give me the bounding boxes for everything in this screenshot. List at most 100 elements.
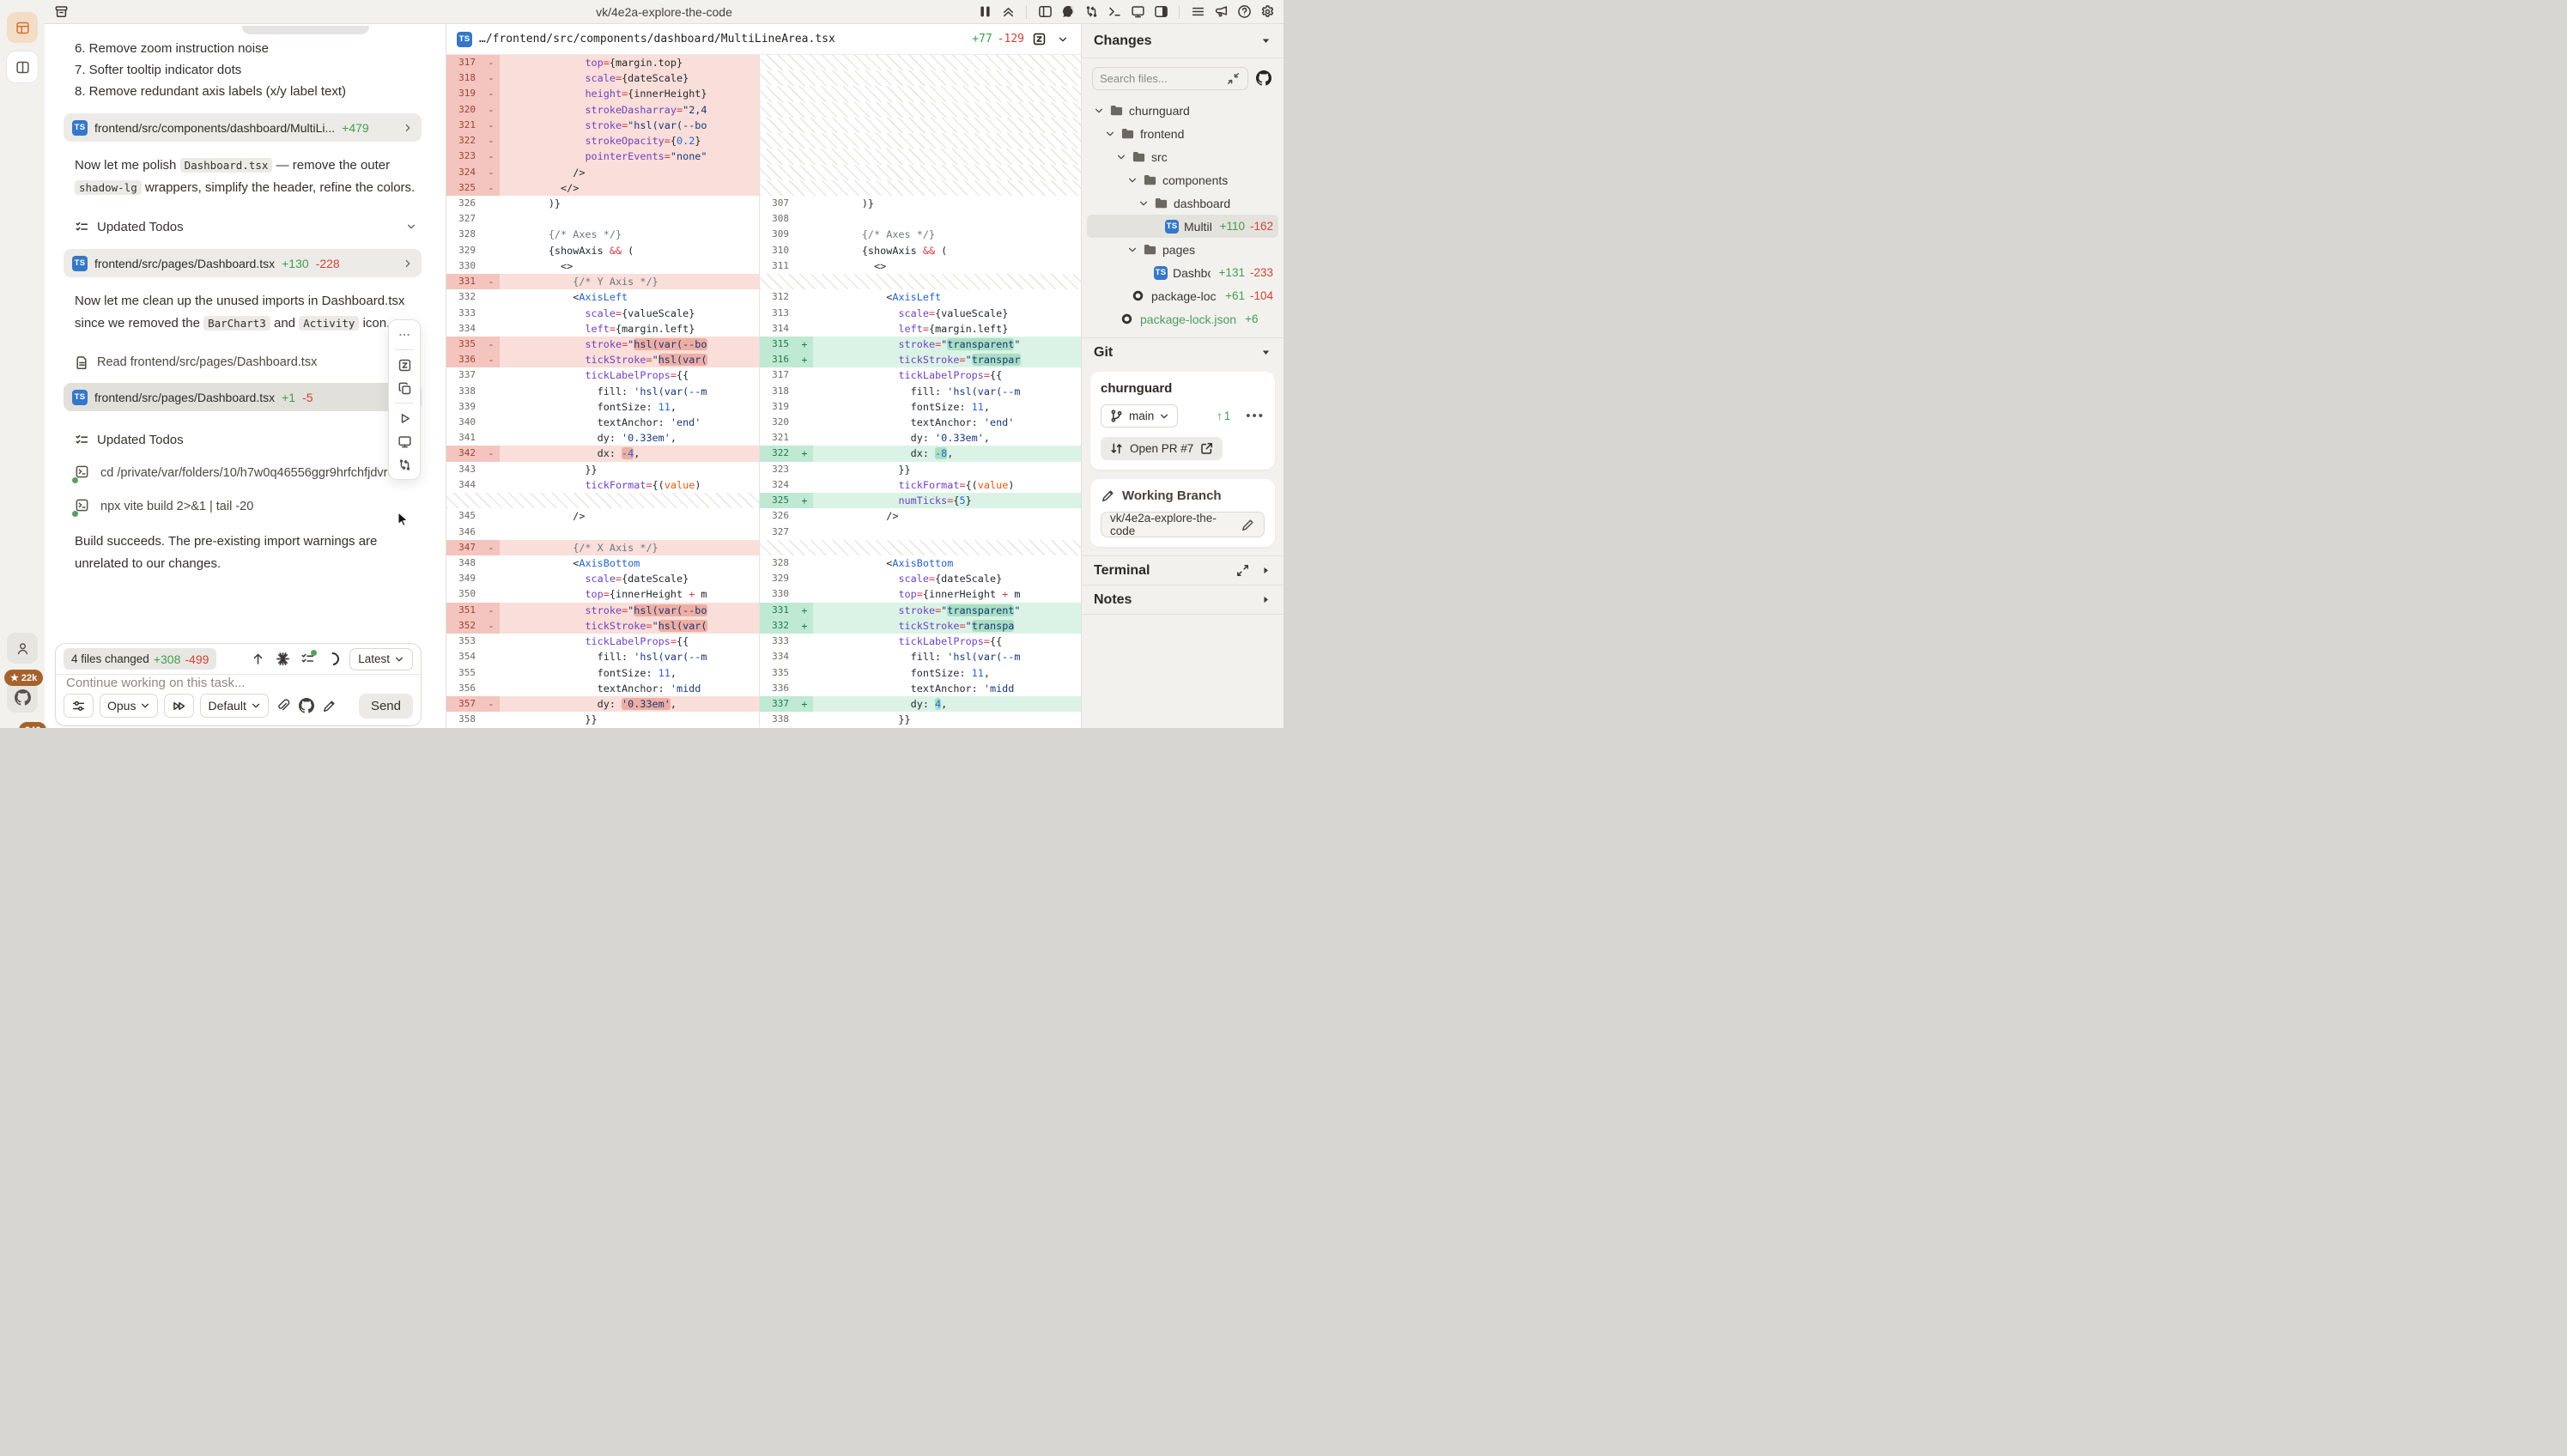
diff-row: 356 textAnchor: 'midd336 textAnchor: 'mi…: [446, 681, 1081, 696]
diff-body[interactable]: 317- top={margin.top}318- scale={dateSca…: [446, 55, 1081, 728]
tree-item-package-lock-json[interactable]: package-lock.json+61-104: [1087, 284, 1278, 307]
rail-item-board[interactable]: [7, 52, 38, 82]
branch-icon: [1109, 409, 1124, 423]
dots-icon[interactable]: [396, 326, 413, 343]
play-icon[interactable]: [396, 410, 413, 427]
working-branch-input[interactable]: vk/4e2a-explore-the-code: [1101, 512, 1265, 537]
git-compare-icon[interactable]: [1083, 4, 1099, 20]
open-pr-button[interactable]: Open PR #7: [1101, 437, 1223, 460]
deletions-count: -233: [1250, 266, 1273, 279]
tree-item-src[interactable]: src: [1087, 145, 1278, 168]
files-changed-pill[interactable]: 4 files changed +308 -499: [64, 648, 216, 670]
diff-row: 337 tickLabelProps={{317 tickLabelProps=…: [446, 367, 1081, 383]
diff-stats: +77 -129: [972, 33, 1024, 46]
monitor-icon[interactable]: [1130, 4, 1145, 20]
z-diff-icon[interactable]: [396, 356, 413, 373]
ts-file-badge: TS: [1154, 266, 1168, 280]
diff-file-path: …/frontend/src/components/dashboard/Mult…: [479, 33, 835, 46]
terminal-prompt-icon[interactable]: [1107, 4, 1122, 20]
settings-sliders-button[interactable]: [64, 694, 94, 718]
truncated-message-line: [64, 26, 422, 38]
terminal-section-header[interactable]: Terminal: [1082, 555, 1284, 585]
terminal-command-row[interactable]: cd /private/var/folders/10/h7w0q46556ggr…: [75, 462, 422, 484]
pen-icon[interactable]: [321, 697, 338, 714]
latest-dropdown[interactable]: Latest: [349, 648, 413, 670]
rail-item-github[interactable]: [7, 682, 38, 713]
terminal-command-row[interactable]: npx vite build 2>&1 | tail -20: [75, 495, 422, 518]
megaphone-icon[interactable]: [1213, 4, 1229, 20]
right-panel-filler: [1082, 614, 1284, 728]
more-options-icon[interactable]: •••: [1246, 409, 1265, 423]
notes-title: Notes: [1094, 592, 1132, 608]
rail-item-layout[interactable]: [7, 12, 38, 43]
gear-icon[interactable]: [1259, 4, 1275, 20]
pause-icon[interactable]: [977, 4, 992, 20]
updated-todos-row[interactable]: Updated Todos: [75, 215, 422, 238]
cat-icon[interactable]: [298, 697, 315, 714]
updated-todos-row[interactable]: Updated Todos: [75, 428, 422, 451]
copy-icon[interactable]: [396, 379, 413, 397]
tree-item-pages[interactable]: pages: [1087, 238, 1278, 261]
changes-header[interactable]: Changes: [1082, 24, 1284, 58]
file-diff-chip[interactable]: TSfrontend/src/pages/Dashboard.tsx+130-2…: [64, 249, 422, 277]
file-name: frontend: [1140, 127, 1184, 141]
edit-branch-icon[interactable]: [1241, 518, 1255, 532]
tree-item-package-lock-json[interactable]: package-lock.json+6: [1087, 307, 1278, 331]
archive-icon[interactable]: [53, 4, 69, 20]
tree-item-dashboard-tsx[interactable]: TSDashboard.tsx+131-233: [1087, 261, 1278, 284]
spark-icon[interactable]: [275, 651, 291, 667]
diff-row: 333 scale={valueScale}313 scale={valueSc…: [446, 306, 1081, 321]
inline-code: shadow-lg: [75, 180, 142, 195]
tree-item-frontend[interactable]: frontend: [1087, 122, 1278, 145]
rail-item-account[interactable]: [7, 633, 38, 664]
diff-row: 323- pointerEvents="none": [446, 149, 1081, 164]
tree-item-multilinearea-tsx[interactable]: TSMultiLineArea.tsx+110-162: [1087, 215, 1278, 238]
tree-item-churnguard[interactable]: churnguard: [1087, 99, 1278, 122]
model-dropdown[interactable]: Opus: [100, 694, 158, 718]
diff-row: 330 <>311 <>: [446, 258, 1081, 274]
fast-forward-button[interactable]: [164, 694, 194, 718]
chevron-down-icon[interactable]: [1054, 31, 1071, 47]
menu-icon[interactable]: [1190, 4, 1205, 20]
assistant-message: Now let me polish Dashboard.tsx — remove…: [75, 155, 420, 198]
diff-view-icon[interactable]: [1031, 31, 1047, 47]
chevron-down-icon: [403, 258, 413, 269]
total-additions: +308: [154, 652, 181, 666]
cat-icon[interactable]: [1256, 70, 1273, 88]
help-icon[interactable]: [1236, 4, 1252, 20]
tree-item-dashboard[interactable]: dashboard: [1087, 191, 1278, 215]
panel-left-icon[interactable]: [1037, 4, 1053, 20]
message-input[interactable]: Continue working on this task...: [56, 675, 421, 691]
top-bar: vk/4e2a-explore-the-code: [45, 0, 1284, 24]
tool-call-row[interactable]: Read frontend/src/pages/Dashboard.tsx: [75, 353, 422, 372]
checklist-icon: [75, 220, 89, 234]
git-section-header[interactable]: Git: [1082, 337, 1284, 367]
todos-icon[interactable]: [300, 651, 316, 667]
expand-icon[interactable]: [1235, 563, 1250, 578]
file-diff-chip[interactable]: TSfrontend/src/components/dashboard/Mult…: [64, 113, 422, 142]
chevron-down-icon: [1116, 152, 1126, 162]
notes-section-header[interactable]: Notes: [1082, 585, 1284, 614]
attach-icon[interactable]: [275, 697, 292, 714]
search-input[interactable]: Search files...: [1092, 67, 1248, 90]
git-compare-icon[interactable]: [396, 456, 413, 473]
monitor-icon[interactable]: [396, 433, 413, 450]
diff-row: 355 fontSize: 11,335 fontSize: 11,: [446, 665, 1081, 681]
scroll-up-icon[interactable]: [250, 651, 266, 667]
branch-dropdown[interactable]: main: [1101, 404, 1178, 428]
chevron-down-icon: [406, 221, 416, 232]
file-search-row: Search files...: [1082, 58, 1284, 95]
chat-bubble-icon[interactable]: [1060, 4, 1076, 20]
panel-right-icon[interactable]: [1153, 4, 1168, 20]
additions-count: +130: [282, 257, 309, 270]
mouse-cursor: [397, 512, 410, 528]
collapse-tree-icon[interactable]: [1226, 71, 1241, 86]
file-diff-chip[interactable]: TSfrontend/src/pages/Dashboard.tsx+1-5: [64, 383, 422, 411]
send-button[interactable]: Send: [359, 694, 413, 719]
file-name: pages: [1162, 243, 1195, 257]
collapse-up-icon[interactable]: [1000, 4, 1016, 20]
tree-item-components[interactable]: components: [1087, 168, 1278, 191]
diff-row: 325- </>: [446, 180, 1081, 196]
diff-row: 327308: [446, 211, 1081, 227]
mode-dropdown[interactable]: Default: [200, 694, 268, 718]
